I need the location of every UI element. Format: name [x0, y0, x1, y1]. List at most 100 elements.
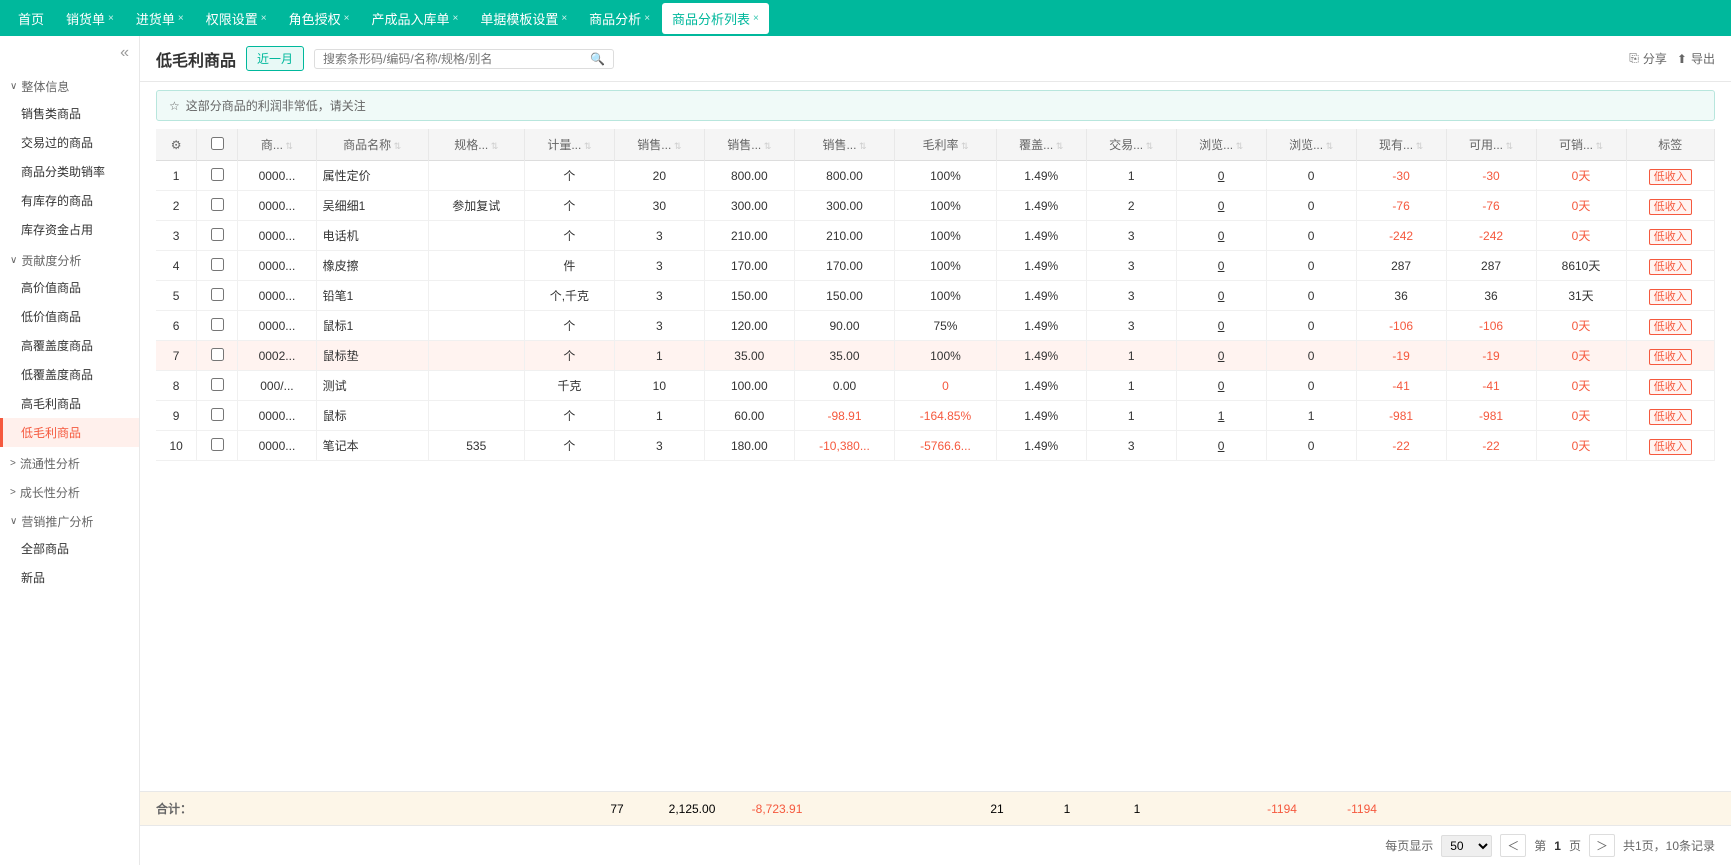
col-header-current[interactable]: 现有... ⇅ — [1356, 129, 1446, 161]
cell-current: -41 — [1356, 371, 1446, 401]
cell-view1[interactable]: 0 — [1176, 371, 1266, 401]
nav-item-单据模板设置[interactable]: 单据模板设置× — [470, 3, 577, 34]
sidebar-item-高毛利商品[interactable]: 高毛利商品 — [0, 389, 139, 418]
col-header-view2[interactable]: 浏览... ⇅ — [1266, 129, 1356, 161]
notice-bar: ☆ 这部分商品的利润非常低，请关注 — [156, 90, 1715, 121]
nav-close-icon[interactable]: × — [644, 13, 650, 24]
nav-item-进货单[interactable]: 进货单× — [126, 3, 194, 34]
col-header-margin[interactable]: 毛利率 ⇅ — [895, 129, 997, 161]
col-header-unit[interactable]: 计量... ⇅ — [524, 129, 614, 161]
sidebar-collapse-btn[interactable]: « — [114, 42, 135, 64]
col-header-spec[interactable]: 规格... ⇅ — [428, 129, 524, 161]
col-header-sales_profit[interactable]: 销售... ⇅ — [794, 129, 894, 161]
col-header-view1[interactable]: 浏览... ⇅ — [1176, 129, 1266, 161]
nav-item-首页[interactable]: 首页 — [8, 3, 54, 34]
cell-current: -19 — [1356, 341, 1446, 371]
cell-checkbox — [197, 161, 238, 191]
col-header-sellable[interactable]: 可销... ⇅ — [1536, 129, 1626, 161]
col-header-available[interactable]: 可用... ⇅ — [1446, 129, 1536, 161]
cell-view1[interactable]: 0 — [1176, 281, 1266, 311]
cell-view1[interactable]: 1 — [1176, 401, 1266, 431]
row-checkbox[interactable] — [211, 348, 224, 361]
search-input[interactable] — [323, 52, 590, 66]
sidebar-item-高覆盖度商品[interactable]: 高覆盖度商品 — [0, 331, 139, 360]
export-btn[interactable]: ⬆ 导出 — [1677, 50, 1715, 67]
nav-close-icon[interactable]: × — [108, 13, 114, 24]
nav-item-产成品入库单[interactable]: 产成品入库单× — [361, 3, 468, 34]
cell-trade: 3 — [1086, 251, 1176, 281]
sidebar-section-贡献度分析[interactable]: ∨贡献度分析 — [0, 244, 139, 273]
sidebar-item-库存资金占用[interactable]: 库存资金占用 — [0, 215, 139, 244]
nav-item-权限设置[interactable]: 权限设置× — [196, 3, 277, 34]
cell-view1[interactable]: 0 — [1176, 311, 1266, 341]
cell-view1[interactable]: 0 — [1176, 161, 1266, 191]
sidebar-item-交易过的商品[interactable]: 交易过的商品 — [0, 128, 139, 157]
settings-icon[interactable]: ⚙ — [171, 138, 182, 152]
cell-sellable: 0天 — [1536, 341, 1626, 371]
search-icon[interactable]: 🔍 — [590, 52, 605, 66]
col-header-name[interactable]: 商品名称 ⇅ — [316, 129, 428, 161]
row-checkbox[interactable] — [211, 228, 224, 241]
sidebar-item-低覆盖度商品[interactable]: 低覆盖度商品 — [0, 360, 139, 389]
sidebar-item-有库存的商品[interactable]: 有库存的商品 — [0, 186, 139, 215]
sidebar-section-成长性分析[interactable]: >成长性分析 — [0, 476, 139, 505]
row-checkbox[interactable] — [211, 408, 224, 421]
nav-item-销货单[interactable]: 销货单× — [56, 3, 124, 34]
sidebar-section-流通性分析[interactable]: >流通性分析 — [0, 447, 139, 476]
cell-sales_profit: 0.00 — [794, 371, 894, 401]
cell-view1[interactable]: 0 — [1176, 191, 1266, 221]
row-checkbox[interactable] — [211, 168, 224, 181]
sidebar-item-销售类商品[interactable]: 销售类商品 — [0, 99, 139, 128]
cell-coverage: 1.49% — [996, 431, 1086, 461]
cell-trade: 3 — [1086, 311, 1176, 341]
sidebar-item-全部商品[interactable]: 全部商品 — [0, 534, 139, 563]
row-checkbox[interactable] — [211, 288, 224, 301]
row-checkbox[interactable] — [211, 258, 224, 271]
footer-cell: 1 — [1102, 802, 1172, 816]
row-checkbox[interactable] — [211, 438, 224, 451]
page-size-select[interactable]: 50 100 200 — [1441, 835, 1492, 857]
col-header-code[interactable]: 商... ⇅ — [238, 129, 316, 161]
select-all-checkbox[interactable] — [211, 137, 224, 150]
prev-page-btn[interactable]: ＜ — [1500, 834, 1526, 857]
nav-close-icon[interactable]: × — [753, 13, 759, 24]
col-header-trade[interactable]: 交易... ⇅ — [1086, 129, 1176, 161]
next-page-btn[interactable]: ＞ — [1589, 834, 1615, 857]
col-header-sales_price[interactable]: 销售... ⇅ — [704, 129, 794, 161]
nav-close-icon[interactable]: × — [452, 13, 458, 24]
nav-close-icon[interactable]: × — [178, 13, 184, 24]
sidebar-section-整体信息[interactable]: ∨整体信息 — [0, 70, 139, 99]
row-checkbox[interactable] — [211, 198, 224, 211]
nav-close-icon[interactable]: × — [561, 13, 567, 24]
cell-sales_count: 10 — [614, 371, 704, 401]
sidebar-item-新品[interactable]: 新品 — [0, 563, 139, 592]
cell-view2: 0 — [1266, 281, 1356, 311]
row-checkbox[interactable] — [211, 318, 224, 331]
sidebar-item-高价值商品[interactable]: 高价值商品 — [0, 273, 139, 302]
row-checkbox[interactable] — [211, 378, 224, 391]
sidebar-item-低毛利商品[interactable]: 低毛利商品 — [0, 418, 139, 447]
nav-close-icon[interactable]: × — [344, 13, 350, 24]
table-row: 30000...电话机个3210.00210.00100%1.49%300-24… — [156, 221, 1715, 251]
cell-code: 0002... — [238, 341, 316, 371]
sidebar-section-营销推广分析[interactable]: ∨营销推广分析 — [0, 505, 139, 534]
col-header-sales_count[interactable]: 销售... ⇅ — [614, 129, 704, 161]
sidebar-item-低价值商品[interactable]: 低价值商品 — [0, 302, 139, 331]
cell-view1[interactable]: 0 — [1176, 251, 1266, 281]
cell-view1[interactable]: 0 — [1176, 431, 1266, 461]
nav-item-角色授权[interactable]: 角色授权× — [279, 3, 360, 34]
cell-unit: 个 — [524, 161, 614, 191]
cell-code: 0000... — [238, 251, 316, 281]
cell-coverage: 1.49% — [996, 251, 1086, 281]
nav-item-商品分析列表[interactable]: 商品分析列表× — [662, 3, 769, 34]
cell-view1[interactable]: 0 — [1176, 221, 1266, 251]
filter-recent-month-btn[interactable]: 近一月 — [246, 46, 304, 71]
share-btn[interactable]: ⎘ 分享 — [1629, 50, 1667, 67]
nav-item-商品分析[interactable]: 商品分析× — [579, 3, 660, 34]
cell-view1[interactable]: 0 — [1176, 341, 1266, 371]
cell-trade: 1 — [1086, 341, 1176, 371]
sidebar-item-商品分类助销率[interactable]: 商品分类助销率 — [0, 157, 139, 186]
cell-index: 2 — [156, 191, 197, 221]
col-header-coverage[interactable]: 覆盖... ⇅ — [996, 129, 1086, 161]
nav-close-icon[interactable]: × — [261, 13, 267, 24]
